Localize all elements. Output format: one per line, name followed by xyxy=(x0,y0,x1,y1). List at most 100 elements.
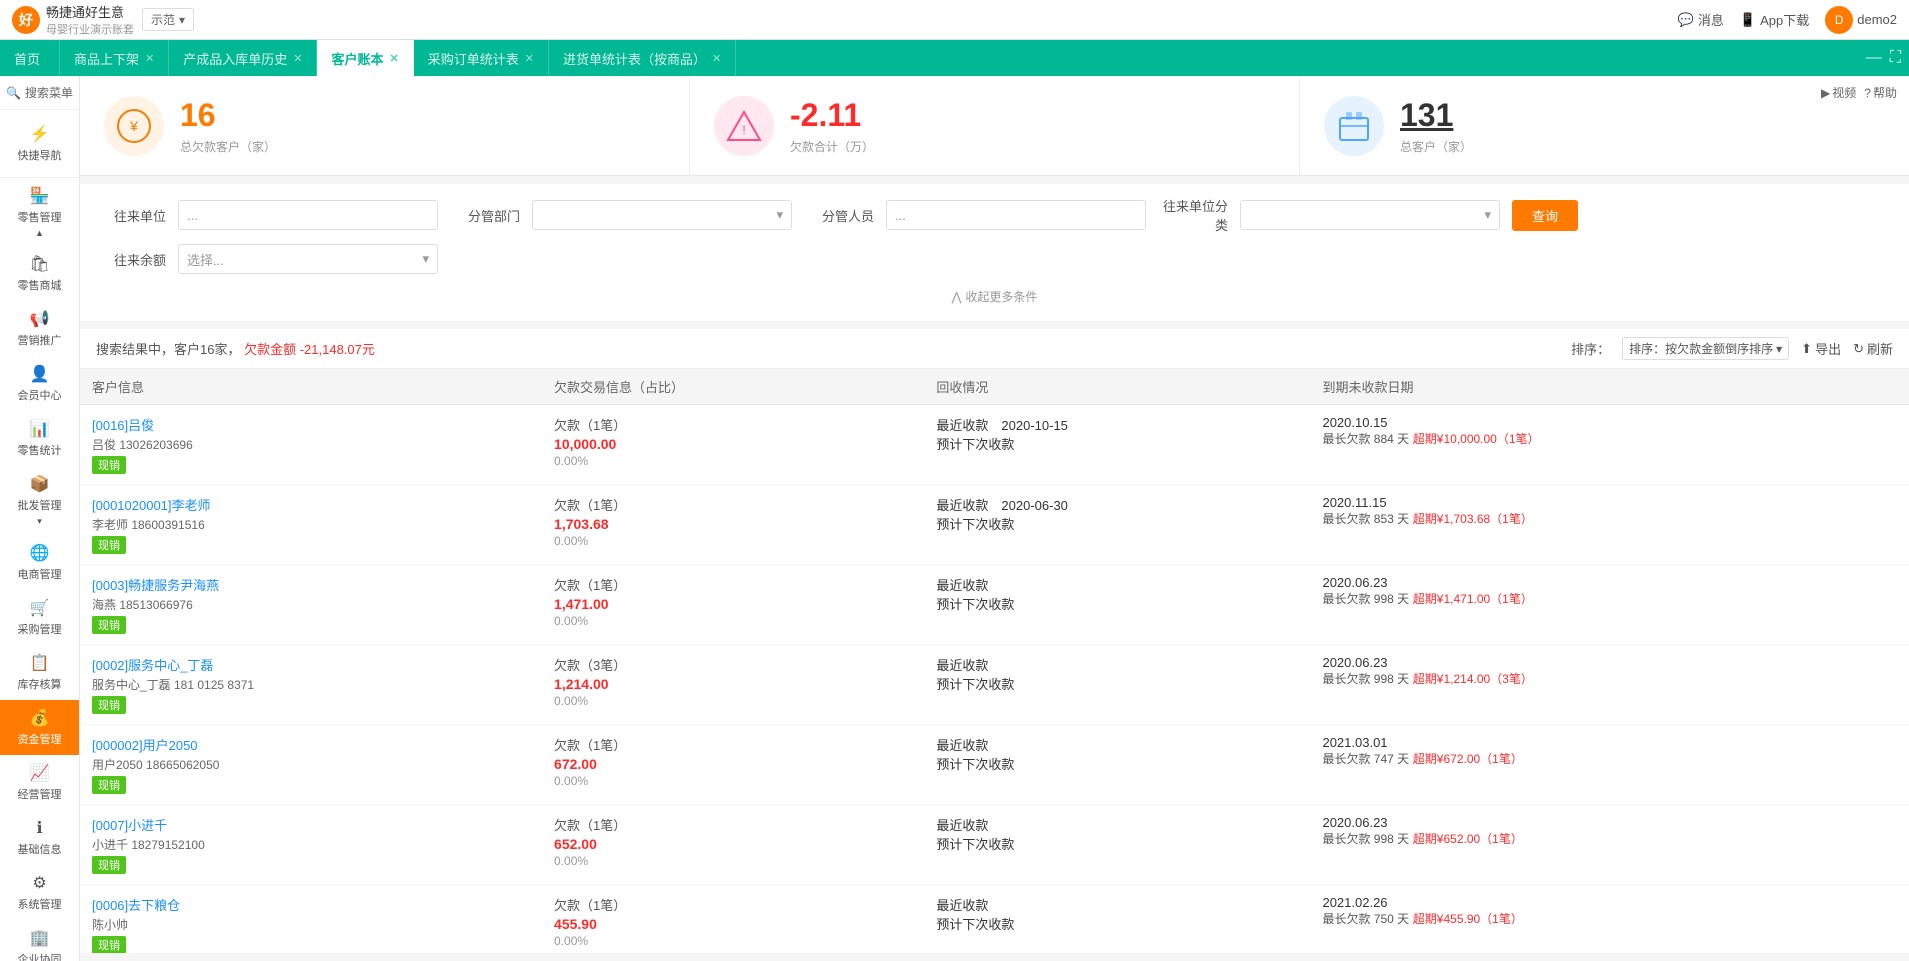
tab-customer-account-label: 客户账本 xyxy=(331,49,383,68)
overdue-link-1[interactable]: 超期¥1,703.68（1笔） xyxy=(1413,512,1533,526)
sidebar-item-inventory[interactable]: 📋 库存核算 xyxy=(0,645,79,700)
sidebar-item-system[interactable]: ⚙ 系统管理 xyxy=(0,865,79,920)
category-label: 往来单位分类 xyxy=(1158,196,1228,234)
tab-minimize-button[interactable]: — xyxy=(1866,49,1882,67)
sidebar-item-retail-mgmt[interactable]: 🏪 零售管理 ▲ xyxy=(0,178,79,246)
debt-amount-0[interactable]: 10,000.00 xyxy=(554,436,912,452)
sidebar-item-shortcut[interactable]: ⚡ 快捷导航 xyxy=(0,116,79,171)
stat-debt-amount-value: -2.11 xyxy=(790,97,874,134)
sidebar-member-label: 会员中心 xyxy=(18,387,62,403)
debt-amount-6[interactable]: 455.90 xyxy=(554,916,912,932)
tab-products[interactable]: 商品上下架 ✕ xyxy=(60,40,169,76)
sidebar-item-basic-info[interactable]: ℹ 基础信息 xyxy=(0,810,79,865)
table-row: [000002]用户2050 用户2050 18665062050 现销 欠款（… xyxy=(80,725,1909,805)
col-collection: 回收情况 xyxy=(924,369,1310,405)
debt-amount-4[interactable]: 672.00 xyxy=(554,756,912,772)
tab-home[interactable]: 首页 xyxy=(0,40,60,76)
sidebar-item-member[interactable]: 👤 会员中心 xyxy=(0,356,79,411)
customer-phone-5: 小进千 18279152100 xyxy=(92,836,530,853)
dept-label: 分管部门 xyxy=(450,206,520,225)
export-button[interactable]: ⬆ 导出 xyxy=(1801,339,1841,358)
tab-customer-account[interactable]: 客户账本 ✕ xyxy=(317,40,413,76)
tab-products-close[interactable]: ✕ xyxy=(145,52,154,65)
customer-name-4[interactable]: [000002]用户2050 xyxy=(92,735,530,754)
supplier-input[interactable]: ... xyxy=(178,200,438,230)
customer-name-6[interactable]: [0006]去下粮仓 xyxy=(92,895,530,914)
debt-amount-3[interactable]: 1,214.00 xyxy=(554,676,912,692)
user-name: demo2 xyxy=(1857,12,1897,27)
collapse-button[interactable]: ⋀ 收起更多条件 xyxy=(96,284,1893,309)
view-video-button[interactable]: ▶ 视频 xyxy=(1821,84,1856,101)
tab-production-close[interactable]: ✕ xyxy=(293,52,302,65)
user-area[interactable]: D demo2 xyxy=(1825,6,1897,34)
table-actions: 排序： 排序：按欠款金额倒序排序 ▾ ⬆ 导出 ↻ 刷新 xyxy=(1571,337,1893,360)
category-select[interactable]: ▾ xyxy=(1240,200,1500,230)
overdue-link-5[interactable]: 超期¥652.00（1笔） xyxy=(1413,832,1523,846)
sidebar-item-finance[interactable]: 💰 资金管理 xyxy=(0,700,79,755)
svg-text:¥: ¥ xyxy=(129,118,138,134)
sidebar-item-purchase[interactable]: 🛒 采购管理 xyxy=(0,590,79,645)
customer-name-5[interactable]: [0007]小进千 xyxy=(92,815,530,834)
tab-production[interactable]: 产成品入库单历史 ✕ xyxy=(169,40,317,76)
debt-amount-5[interactable]: 652.00 xyxy=(554,836,912,852)
query-button[interactable]: 查询 xyxy=(1512,200,1578,231)
cell-overdue-4: 2021.03.01 最长欠款 747 天 超期¥672.00（1笔） xyxy=(1310,725,1909,805)
table-area: 搜索结果中，客户16家， 欠款金额 -21,148.07元 排序： 排序：按欠款… xyxy=(80,329,1909,953)
app-download-button[interactable]: 📱 App下载 xyxy=(1740,10,1809,29)
customer-name-0[interactable]: [0016]吕俊 xyxy=(92,415,530,434)
tab-purchase-order[interactable]: 采购订单统计表 ✕ xyxy=(414,40,549,76)
table-scroll[interactable]: 客户信息 欠款交易信息（占比） 回收情况 到期未收款日期 [0016]吕俊 吕俊… xyxy=(80,369,1909,953)
help-button[interactable]: ? 帮助 xyxy=(1864,84,1897,101)
sidebar-item-ecommerce[interactable]: 🌐 电商管理 xyxy=(0,535,79,590)
sidebar-item-retail-shop[interactable]: 🛍 零售商城 xyxy=(0,246,79,301)
debt-amount-2[interactable]: 1,471.00 xyxy=(554,596,912,612)
tab-inbound-stats-close[interactable]: ✕ xyxy=(712,52,721,65)
person-input[interactable]: ... xyxy=(886,200,1146,230)
breadcrumb-selector[interactable]: 示范 ▾ xyxy=(142,8,194,31)
debt-amount-1[interactable]: 1,703.68 xyxy=(554,516,912,532)
sidebar-item-business-mgmt[interactable]: 📈 经营管理 xyxy=(0,755,79,810)
message-button[interactable]: 💬 消息 xyxy=(1678,10,1724,29)
sidebar-search[interactable]: 🔍 搜索菜单 xyxy=(0,76,79,110)
stat-debt-customers-value: 16 xyxy=(180,97,276,134)
overdue-link-3[interactable]: 超期¥1,214.00（3笔） xyxy=(1413,672,1533,686)
debt-count-5: 欠款（1笔） xyxy=(554,815,912,834)
help-icon: ? xyxy=(1864,86,1871,100)
customer-name-2[interactable]: [0003]畅捷服务尹海燕 xyxy=(92,575,530,594)
tab-inbound-stats[interactable]: 进货单统计表（按商品） ✕ xyxy=(549,40,736,76)
person-label: 分管人员 xyxy=(804,206,874,225)
balance-select[interactable]: 选择... ▾ xyxy=(178,244,438,274)
customer-name-1[interactable]: [0001020001]李老师 xyxy=(92,495,530,514)
view-label: 视频 xyxy=(1832,84,1856,101)
sort-select[interactable]: 排序：按欠款金额倒序排序 ▾ xyxy=(1622,337,1789,360)
filter-area: 往来单位 ... 分管部门 ▾ 分管人员 ... 往来单位分类 ▾ xyxy=(80,184,1909,321)
sidebar-retail-stats-label: 零售统计 xyxy=(18,442,62,458)
person-placeholder: ... xyxy=(895,208,906,223)
sidebar-item-marketing[interactable]: 📢 营销推广 xyxy=(0,301,79,356)
table-head: 客户信息 欠款交易信息（占比） 回收情况 到期未收款日期 xyxy=(80,369,1909,405)
cell-collection-1: 最近收款 2020-06-30 预计下次收款 xyxy=(924,485,1310,565)
cell-overdue-3: 2020.06.23 最长欠款 998 天 超期¥1,214.00（3笔） xyxy=(1310,645,1909,725)
tab-customer-account-close[interactable]: ✕ xyxy=(389,52,398,65)
customer-phone-0: 吕俊 13026203696 xyxy=(92,436,530,453)
stat-debt-customers-info: 16 总欠款客户（家） xyxy=(180,97,276,155)
cell-debt-info-2: 欠款（1笔） 1,471.00 0.00% xyxy=(542,565,924,645)
dept-select[interactable]: ▾ xyxy=(532,200,792,230)
table-header-row: 客户信息 欠款交易信息（占比） 回收情况 到期未收款日期 xyxy=(80,369,1909,405)
svg-text:!: ! xyxy=(742,123,745,137)
overdue-link-2[interactable]: 超期¥1,471.00（1笔） xyxy=(1413,592,1533,606)
sidebar-item-enterprise[interactable]: 🏢 企业协同 xyxy=(0,920,79,961)
debt-percent-2: 0.00% xyxy=(554,614,912,628)
sidebar-item-retail-stats[interactable]: 📊 零售统计 xyxy=(0,411,79,466)
tab-maximize-button[interactable]: ⛶ xyxy=(1890,49,1901,67)
last-collection-label-3: 最近收款 xyxy=(936,655,1298,674)
tab-purchase-order-close[interactable]: ✕ xyxy=(525,52,534,65)
sidebar-item-batch-mgmt[interactable]: 📦 批发管理 ▾ xyxy=(0,466,79,535)
balance-label: 往来余额 xyxy=(96,250,166,269)
overdue-link-4[interactable]: 超期¥672.00（1笔） xyxy=(1413,752,1523,766)
customer-name-3[interactable]: [0002]服务中心_丁磊 xyxy=(92,655,530,674)
overdue-link-0[interactable]: 超期¥10,000.00（1笔） xyxy=(1413,432,1540,446)
refresh-button[interactable]: ↻ 刷新 xyxy=(1853,339,1893,358)
overdue-link-6[interactable]: 超期¥455.90（1笔） xyxy=(1413,912,1523,926)
table-toolbar: 搜索结果中，客户16家， 欠款金额 -21,148.07元 排序： 排序：按欠款… xyxy=(80,329,1909,369)
